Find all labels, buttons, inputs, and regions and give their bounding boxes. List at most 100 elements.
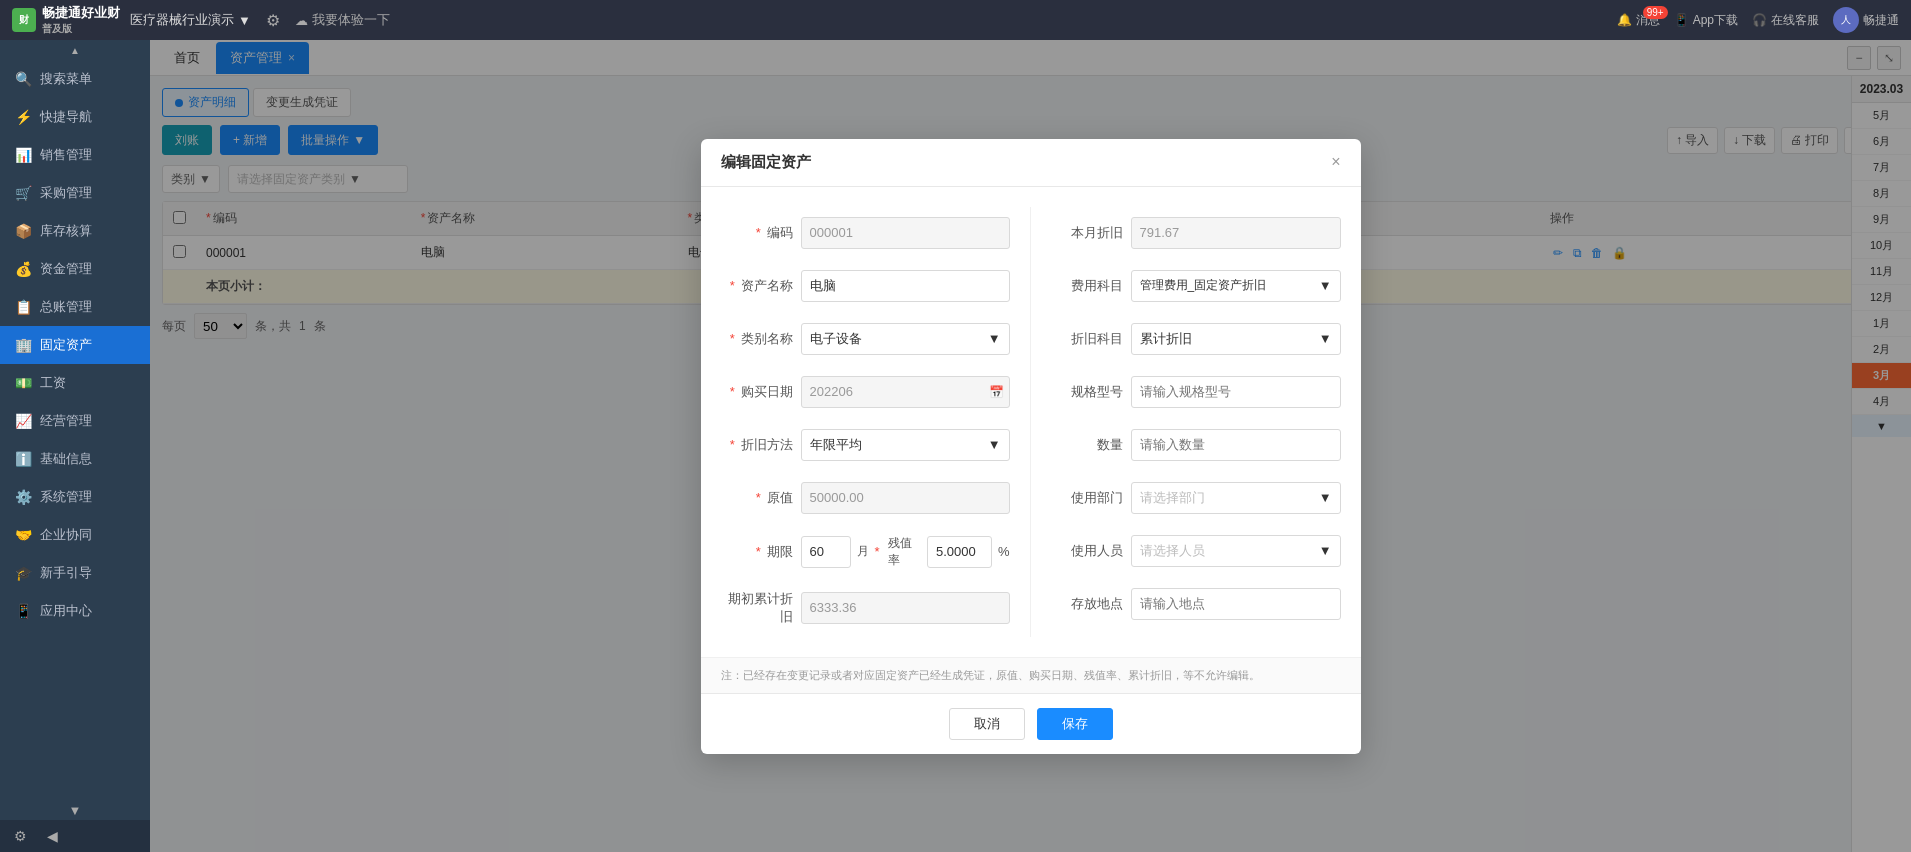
spec-input[interactable] [1131,376,1341,408]
content-area: 首页 资产管理 × − ⤡ 资产明细 [150,40,1911,852]
form-row-depreciation-method: * 折旧方法 年限平均 ▼ [721,419,1010,472]
cancel-button[interactable]: 取消 [949,708,1025,740]
modal-header: 编辑固定资产 × [701,139,1361,187]
logo: 财 畅捷通好业财 普及版 [12,4,120,36]
search-icon: 🔍 [14,70,32,88]
form-row-department: 使用部门 请选择部门 ▼ [1051,472,1341,525]
form-row-original-value: * 原值 [721,472,1010,525]
user-dropdown-icon: ▼ [1319,543,1332,558]
mobile-icon: 📱 [1674,13,1689,27]
dropdown-icon: ▼ [238,13,251,28]
modal-overlay: 编辑固定资产 × * 编码 [150,40,1911,852]
form-row-monthly-depreciation: 本月折旧 [1051,207,1341,260]
expense-subject-dropdown-icon: ▼ [1319,278,1332,293]
monthly-depreciation-input [1131,217,1341,249]
original-value-input[interactable] [801,482,1010,514]
config-icon[interactable]: ⚙ [14,828,27,844]
form-row-category: * 类别名称 电子设备 ▼ [721,313,1010,366]
sidebar-menu: 🔍 搜索菜单 ⚡ 快捷导航 📊 销售管理 🛒 采购管理 📦 库存核算 [0,60,150,800]
sidebar-item-fixed-asset[interactable]: 🏢 固定资产 [0,326,150,364]
department-select[interactable]: 请选择部门 ▼ [1131,482,1341,514]
form-row-location: 存放地点 [1051,578,1341,631]
headset-icon: 🎧 [1752,13,1767,27]
inventory-icon: 📦 [14,222,32,240]
depreciation-method-select[interactable]: 年限平均 ▼ [801,429,1010,461]
system-icon: ⚙️ [14,488,32,506]
modal-close-button[interactable]: × [1331,153,1340,171]
expense-subject-select[interactable]: 管理费用_固定资产折旧 ▼ [1131,270,1341,302]
notification-icon: 🔔 [1617,13,1632,27]
accumulated-depreciation-input[interactable] [801,592,1010,624]
sidebar-item-finance[interactable]: 💰 资金管理 [0,250,150,288]
cloud-icon: ☁ [295,13,308,28]
form-row-expense-subject: 费用科目 管理费用_固定资产折旧 ▼ [1051,260,1341,313]
depreciation-subject-select[interactable]: 累计折旧 ▼ [1131,323,1341,355]
sidebar-item-app-center[interactable]: 📱 应用中心 [0,592,150,630]
settings-button[interactable]: ⚙ [259,6,287,34]
purchase-date-input[interactable] [801,376,1010,408]
calendar-icon: 📅 [989,385,1004,399]
sidebar-item-system[interactable]: ⚙️ 系统管理 [0,478,150,516]
sidebar-scroll-up[interactable]: ▲ [0,40,150,60]
company-selector[interactable]: 医疗器械行业演示 ▼ [130,11,251,29]
operations-icon: 📈 [14,412,32,430]
sidebar-item-sales[interactable]: 📊 销售管理 [0,136,150,174]
sidebar-item-search[interactable]: 🔍 搜索菜单 [0,60,150,98]
quantity-input[interactable] [1131,429,1341,461]
experience-button[interactable]: ☁ 我要体验一下 [295,11,390,29]
asset-name-input[interactable] [801,270,1010,302]
period-residual-group: 月 * 残值率 % [801,535,1010,569]
period-input[interactable] [801,536,851,568]
sidebar-scroll-down[interactable]: ▼ [0,800,150,820]
logo-icon: 财 [12,8,36,32]
sidebar-item-collab[interactable]: 🤝 企业协同 [0,516,150,554]
app-download-item[interactable]: 📱 App下载 [1674,12,1738,29]
sidebar-item-operations[interactable]: 📈 经营管理 [0,402,150,440]
sidebar-item-inventory[interactable]: 📦 库存核算 [0,212,150,250]
sidebar-item-payroll[interactable]: 💵 工资 [0,364,150,402]
sidebar-item-basic-info[interactable]: ℹ️ 基础信息 [0,440,150,478]
top-bar-middle: 医疗器械行业演示 ▼ ⚙ ☁ 我要体验一下 [130,6,1607,34]
modal-footer: 取消 保存 [701,693,1361,754]
notification-item[interactable]: 🔔 消息 99+ [1617,12,1660,29]
quick-nav-icon: ⚡ [14,108,32,126]
location-input[interactable] [1131,588,1341,620]
sales-icon: 📊 [14,146,32,164]
top-bar-right: 🔔 消息 99+ 📱 App下载 🎧 在线客服 人 畅捷通 [1617,7,1899,33]
ledger-icon: 📋 [14,298,32,316]
depreciation-method-dropdown-icon: ▼ [988,437,1001,452]
depreciation-subject-dropdown-icon: ▼ [1319,331,1332,346]
form-row-purchase-date: * 购买日期 📅 [721,366,1010,419]
category-dropdown-icon: ▼ [988,331,1001,346]
form-row-spec: 规格型号 [1051,366,1341,419]
sidebar-item-ledger[interactable]: 📋 总账管理 [0,288,150,326]
sidebar-item-quick-nav[interactable]: ⚡ 快捷导航 [0,98,150,136]
form-grid: * 编码 * 资产名称 [721,207,1341,637]
form-col-right: 本月折旧 费用科目 管理费用 [1031,207,1341,637]
logo-text: 畅捷通好业财 普及版 [42,4,120,36]
sidebar-item-new-guide[interactable]: 🎓 新手引导 [0,554,150,592]
modal-note: 注：已经存在变更记录或者对应固定资产已经生成凭证，原值、购买日期、残值率、累计折… [701,657,1361,693]
residual-rate-input[interactable] [927,536,992,568]
form-row-depreciation-subject: 折旧科目 累计折旧 ▼ [1051,313,1341,366]
edit-fixed-asset-modal: 编辑固定资产 × * 编码 [701,139,1361,754]
fixed-asset-icon: 🏢 [14,336,32,354]
save-button[interactable]: 保存 [1037,708,1113,740]
form-row-period-residual: * 期限 月 * 残值率 % [721,525,1010,580]
purchase-date-wrap: 📅 [801,376,1010,408]
collapse-icon[interactable]: ◀ [47,828,58,844]
basic-info-icon: ℹ️ [14,450,32,468]
form-row-user: 使用人员 请选择人员 ▼ [1051,525,1341,578]
code-input[interactable] [801,217,1010,249]
user-item[interactable]: 人 畅捷通 [1833,7,1899,33]
collab-icon: 🤝 [14,526,32,544]
online-service-item[interactable]: 🎧 在线客服 [1752,12,1819,29]
category-select[interactable]: 电子设备 ▼ [801,323,1010,355]
form-row-accumulated: 期初累计折旧 [721,580,1010,637]
sidebar-item-purchase[interactable]: 🛒 采购管理 [0,174,150,212]
new-guide-icon: 🎓 [14,564,32,582]
form-row-code: * 编码 [721,207,1010,260]
main-area: ▲ 🔍 搜索菜单 ⚡ 快捷导航 📊 销售管理 🛒 采购管理 [0,40,1911,852]
user-select[interactable]: 请选择人员 ▼ [1131,535,1341,567]
modal-body: * 编码 * 资产名称 [701,187,1361,657]
